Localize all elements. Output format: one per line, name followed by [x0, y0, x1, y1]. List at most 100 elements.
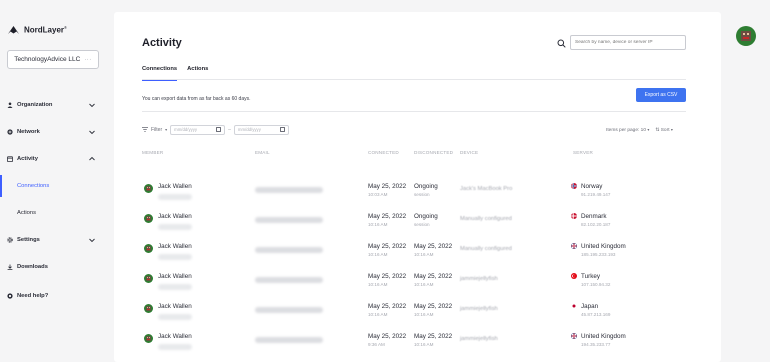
- device-name: Manually configured: [460, 216, 512, 222]
- search-box[interactable]: [557, 35, 686, 50]
- member-avatar: [144, 244, 153, 253]
- tab-connections[interactable]: Connections: [142, 66, 178, 81]
- connected-time: 10:16 AM: [368, 312, 388, 317]
- export-csv-button[interactable]: Export as CSV: [636, 88, 686, 102]
- disconnected-date: May 25, 2022: [414, 243, 453, 250]
- member-avatar: [144, 334, 153, 343]
- sidebar-item-help[interactable]: Need help?: [0, 287, 106, 305]
- email-redacted: [255, 337, 323, 343]
- member-name[interactable]: Jack Wallen: [158, 303, 192, 310]
- device-name: jammiejellyfish: [460, 336, 498, 342]
- sidebar-item-organization[interactable]: Organization: [0, 96, 106, 114]
- date-from-placeholder: mm/dd/yyyy: [174, 127, 198, 132]
- turkey-flag-icon: [571, 273, 577, 279]
- date-to-placeholder: mm/dd/yyyy: [237, 127, 261, 132]
- filter-icon: [142, 127, 148, 132]
- email-redacted: [255, 277, 323, 283]
- table-row[interactable]: Jack Wallen May 25, 2022 10:16 AM May 25…: [142, 240, 686, 270]
- table-row[interactable]: Jack Wallen May 25, 2022 9:36 AM May 25,…: [142, 330, 686, 360]
- calendar-icon[interactable]: [216, 127, 222, 132]
- column-header-connected[interactable]: CONNECTED: [368, 150, 399, 155]
- sidebar-item-connections[interactable]: Connections: [0, 175, 106, 197]
- server-ip: 185.195.233.193: [581, 252, 616, 257]
- page-title: Activity: [142, 37, 182, 49]
- sidebar-item-downloads[interactable]: Downloads: [0, 258, 106, 276]
- sidebar-item-label: Network: [17, 129, 40, 135]
- column-header-device[interactable]: DEVICE: [460, 150, 478, 155]
- member-name[interactable]: Jack Wallen: [158, 213, 192, 220]
- email-redacted: [255, 217, 323, 223]
- organization-switcher[interactable]: TechnologyAdvice LLC ···: [7, 50, 99, 69]
- member-name[interactable]: Jack Wallen: [158, 183, 192, 190]
- sort-button[interactable]: Sort: [661, 128, 670, 133]
- table-row[interactable]: Jack Wallen May 25, 2022 10:16 AM Ongoin…: [142, 210, 686, 240]
- sidebar-item-activity[interactable]: Activity: [0, 150, 106, 168]
- column-header-member[interactable]: MEMBER: [142, 150, 163, 155]
- chevron-down-icon: [89, 130, 95, 135]
- disconnected-time: 10:16 AM: [414, 312, 434, 317]
- connected-time: 10:16 AM: [368, 282, 388, 287]
- calendar-icon[interactable]: [279, 127, 285, 132]
- denmark-flag-icon: [571, 213, 577, 219]
- export-notice: You can export data from as far back as …: [142, 96, 251, 102]
- date-to-field[interactable]: mm/dd/yyyy: [233, 124, 289, 135]
- caret-down-icon: ▾: [647, 127, 650, 132]
- connected-date: May 25, 2022: [368, 273, 407, 280]
- connected-time: 10:03 AM: [368, 192, 388, 197]
- brand-logo[interactable]: NordLayer®: [7, 25, 67, 35]
- sidebar: NordLayer® TechnologyAdvice LLC ··· Orga…: [0, 0, 106, 362]
- disconnected-date: May 25, 2022: [414, 273, 453, 280]
- table-row[interactable]: Jack Wallen May 25, 2022 10:16 AM May 25…: [142, 270, 686, 300]
- help-icon: [7, 293, 13, 299]
- member-secondary-redacted: [158, 314, 192, 320]
- table-row[interactable]: Jack Wallen May 25, 2022 10:03 AM Ongoin…: [142, 180, 686, 210]
- server-name: United Kingdom: [581, 333, 626, 340]
- sidebar-item-actions[interactable]: Actions: [0, 202, 106, 224]
- export-band: You can export data from as far back as …: [142, 87, 686, 113]
- column-header-disconnected[interactable]: DISCONNECTED: [414, 150, 453, 155]
- table-header: MEMBER EMAIL CONNECTED DISCONNECTED DEVI…: [142, 150, 686, 159]
- member-avatar: [144, 184, 153, 193]
- user-avatar[interactable]: [736, 26, 756, 46]
- member-name[interactable]: Jack Wallen: [158, 333, 192, 340]
- server-name: United Kingdom: [581, 243, 626, 250]
- org-name: TechnologyAdvice LLC: [14, 56, 81, 63]
- date-from-field[interactable]: mm/dd/yyyy: [170, 124, 226, 135]
- connected-date: May 25, 2022: [368, 243, 407, 250]
- member-name[interactable]: Jack Wallen: [158, 243, 192, 250]
- caret-down-icon: ▾: [670, 127, 673, 132]
- member-secondary-redacted: [158, 194, 192, 200]
- email-redacted: [255, 187, 323, 193]
- sidebar-item-label: Settings: [17, 237, 40, 243]
- tab-divider: [142, 79, 686, 80]
- filter-button[interactable]: Filter: [151, 127, 162, 133]
- member-name[interactable]: Jack Wallen: [158, 273, 192, 280]
- united-kingdom-flag-icon: [571, 333, 577, 339]
- search-input[interactable]: [571, 40, 685, 45]
- device-name: Jack's MacBook Pro: [460, 186, 513, 192]
- column-header-email[interactable]: EMAIL: [255, 150, 270, 155]
- japan-flag-icon: [571, 303, 577, 309]
- search-icon: [557, 39, 566, 48]
- table-row[interactable]: Jack Wallen May 25, 2022 10:16 AM May 25…: [142, 300, 686, 330]
- nordlayer-logo-icon: [8, 26, 19, 34]
- download-icon: [7, 264, 13, 270]
- calendar-icon: [7, 156, 13, 162]
- connected-date: May 25, 2022: [368, 183, 407, 190]
- connected-date: May 25, 2022: [368, 303, 407, 310]
- tab-actions[interactable]: Actions: [187, 66, 208, 80]
- disconnected-time: session: [414, 192, 430, 197]
- disconnected-date: May 25, 2022: [414, 333, 453, 340]
- sidebar-item-label: Organization: [17, 102, 53, 108]
- column-header-server[interactable]: SERVER: [573, 150, 593, 155]
- disconnected-date: Ongoing: [414, 213, 438, 220]
- server-ip: 82.102.20.187: [581, 222, 611, 227]
- sidebar-item-network[interactable]: Network: [0, 123, 106, 141]
- device-name: Manually configured: [460, 246, 512, 252]
- org-menu-icon: ···: [84, 56, 92, 63]
- items-per-page-select[interactable]: Items per page: 10: [606, 128, 646, 133]
- email-redacted: [255, 247, 323, 253]
- connected-time: 10:16 AM: [368, 222, 388, 227]
- server-ip: 45.87.213.169: [581, 312, 611, 317]
- sidebar-item-settings[interactable]: Settings: [0, 231, 106, 249]
